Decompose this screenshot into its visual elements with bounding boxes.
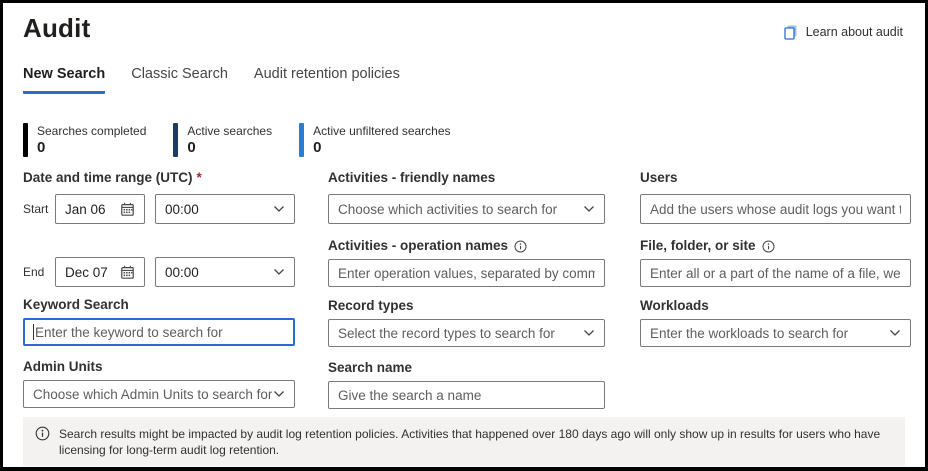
chevron-down-icon [273, 390, 285, 398]
info-icon [35, 426, 50, 446]
workloads-label: Workloads [640, 298, 709, 313]
stat-bar [299, 123, 305, 157]
learn-link-label: Learn about audit [805, 25, 903, 39]
end-date-picker[interactable]: Dec 07 [55, 257, 145, 287]
stat-bar [23, 123, 28, 157]
workloads-placeholder: Enter the workloads to search for [650, 325, 849, 341]
search-name-field[interactable] [338, 382, 595, 408]
end-time-value: 00:00 [165, 264, 199, 280]
tab-bar: New Search Classic Search Audit retentio… [23, 66, 400, 94]
tab-audit-retention-policies[interactable]: Audit retention policies [254, 66, 400, 94]
audit-page: Audit Learn about audit New Search Class… [0, 0, 928, 471]
tab-new-search[interactable]: New Search [23, 66, 106, 94]
info-icon[interactable] [762, 240, 775, 253]
start-label: Start [23, 202, 49, 216]
date-time-range-label: Date and time range (UTC) * [23, 170, 202, 185]
calendar-icon [120, 265, 135, 280]
users-field[interactable] [650, 195, 901, 223]
activities-friendly-placeholder: Choose which activities to search for [338, 201, 558, 217]
stat-label: Active searches [187, 124, 273, 138]
activities-friendly-label: Activities - friendly names [328, 170, 496, 185]
retention-info-banner: Search results might be impacted by audi… [23, 417, 905, 466]
record-types-label: Record types [328, 298, 414, 313]
banner-text: Search results might be impacted by audi… [59, 426, 881, 457]
stat-value: 0 [187, 139, 196, 156]
activities-operation-field[interactable] [338, 260, 595, 286]
admin-units-placeholder: Choose which Admin Units to search for [33, 386, 273, 402]
users-label: Users [640, 170, 678, 185]
end-label: End [23, 265, 45, 279]
documentation-icon [783, 24, 799, 40]
chevron-down-icon [889, 329, 901, 337]
admin-units-label: Admin Units [23, 359, 103, 374]
record-types-dropdown[interactable]: Select the record types to search for [328, 319, 605, 347]
stat-bar [173, 123, 179, 157]
chevron-down-icon [273, 268, 285, 276]
workloads-dropdown[interactable]: Enter the workloads to search for [640, 319, 911, 347]
search-name-input[interactable] [328, 381, 605, 409]
file-folder-site-label: File, folder, or site [640, 238, 911, 254]
form-column-1: Date and time range (UTC) * Start Jan 06 [23, 169, 295, 408]
page-title: Audit [23, 13, 91, 43]
keyword-search-label: Keyword Search [23, 297, 129, 312]
file-folder-site-field[interactable] [650, 260, 901, 286]
start-date-row: Start Jan 06 00:00 [23, 194, 295, 224]
activities-operation-label: Activities - operation names [328, 238, 605, 254]
chevron-down-icon [583, 329, 595, 337]
end-time-dropdown[interactable]: 00:00 [155, 257, 295, 287]
start-time-dropdown[interactable]: 00:00 [155, 194, 295, 224]
tab-classic-search[interactable]: Classic Search [131, 66, 228, 94]
start-date-picker[interactable]: Jan 06 [55, 194, 145, 224]
keyword-search-input[interactable] [23, 318, 295, 346]
stat-searches-completed: Searches completed 0 [23, 123, 146, 157]
keyword-search-field[interactable] [35, 320, 285, 344]
search-name-label: Search name [328, 360, 413, 375]
form-column-3: Users File, folder, or site Workloads En… [640, 169, 911, 347]
learn-about-audit-link[interactable]: Learn about audit [783, 24, 903, 40]
activities-friendly-dropdown[interactable]: Choose which activities to search for [328, 194, 605, 224]
stat-active-searches: Active searches 0 [173, 123, 272, 157]
start-date-value: Jan 06 [65, 201, 106, 217]
file-folder-site-input[interactable] [640, 259, 911, 287]
activities-operation-input[interactable] [328, 259, 605, 287]
admin-units-dropdown[interactable]: Choose which Admin Units to search for [23, 380, 295, 408]
chevron-down-icon [583, 205, 595, 213]
end-date-value: Dec 07 [65, 264, 108, 280]
stat-active-unfiltered-searches: Active unfiltered searches 0 [299, 123, 451, 157]
chevron-down-icon [273, 205, 285, 213]
form-column-2: Activities - friendly names Choose which… [328, 169, 605, 409]
required-asterisk: * [196, 170, 202, 185]
start-time-value: 00:00 [165, 201, 199, 217]
record-types-placeholder: Select the record types to search for [338, 325, 555, 341]
text-caret [33, 324, 34, 340]
info-icon[interactable] [514, 240, 527, 253]
stat-value: 0 [37, 139, 46, 156]
search-stats: Searches completed 0 Active searches 0 A… [23, 123, 451, 157]
end-date-row: End Dec 07 00:00 [23, 257, 295, 287]
stat-label: Active unfiltered searches [313, 124, 451, 138]
stat-label: Searches completed [37, 124, 147, 138]
users-input[interactable] [640, 194, 911, 224]
stat-value: 0 [313, 139, 322, 156]
calendar-icon [120, 202, 135, 217]
